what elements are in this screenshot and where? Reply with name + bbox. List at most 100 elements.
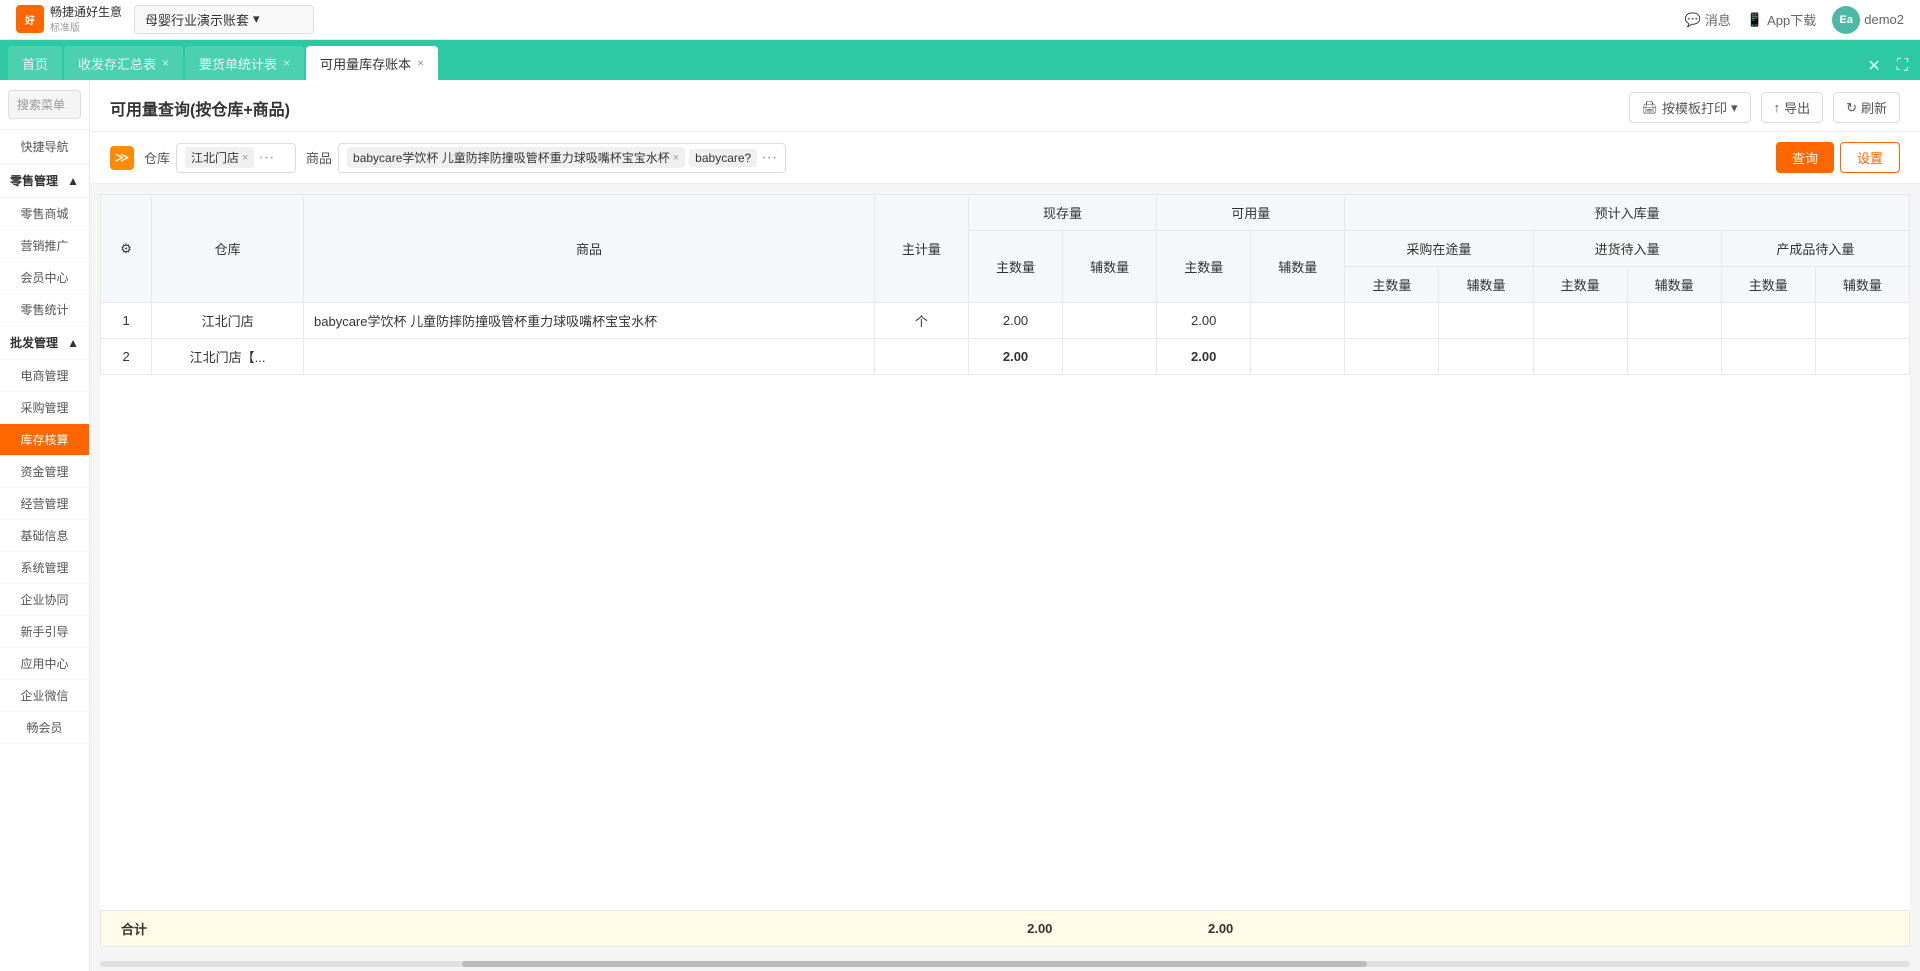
export-icon: ↑	[1774, 100, 1781, 115]
footer-current-main: 2.00	[995, 921, 1085, 936]
goods-tag-1-close[interactable]: ×	[673, 152, 679, 164]
top-bar: 好 畅捷通好生意 标准版 母婴行业演示账套 ▾ 💬 消息 📱 App下载 Ea …	[0, 0, 1920, 40]
th-goods: 商品	[304, 195, 875, 303]
goods-input[interactable]: babycare学饮杯 儿童防摔防撞吸管杯重力球吸嘴杯宝宝水杯 × babyca…	[338, 143, 786, 173]
cell-pur-main-1	[1345, 303, 1439, 339]
message-label: 消息	[1705, 10, 1731, 29]
sidebar-item-finance[interactable]: 资金管理	[0, 456, 89, 488]
tab-order-stats[interactable]: 要货单统计表 ×	[185, 46, 304, 80]
page-title: 可用量查询(按仓库+商品)	[110, 96, 290, 120]
logo-area: 好 畅捷通好生意 标准版	[16, 5, 122, 34]
sidebar-item-system[interactable]: 系统管理	[0, 552, 89, 584]
sidebar-section-retail[interactable]: 零售管理 ▲	[0, 164, 89, 198]
top-bar-right: 💬 消息 📱 App下载 Ea demo2	[1685, 6, 1904, 34]
tab-order-stats-close[interactable]: ×	[283, 56, 290, 70]
th-avail-aux: 辅数量	[1251, 231, 1345, 303]
sidebar-item-enterprise-wechat[interactable]: 企业微信	[0, 680, 89, 712]
warehouse-filter-group: 仓库 江北门店 × ···	[144, 143, 296, 173]
footer-pur-main	[1356, 921, 1446, 936]
sidebar-item-basic-info[interactable]: 基础信息	[0, 520, 89, 552]
print-dropdown-icon: ▾	[1731, 100, 1738, 116]
logo-icon: 好	[16, 5, 44, 33]
user-area[interactable]: Ea demo2	[1832, 6, 1904, 34]
refresh-button[interactable]: ↻ 刷新	[1833, 92, 1900, 123]
cell-prod-main-2	[1721, 339, 1815, 375]
th-gear[interactable]: ⚙	[101, 195, 152, 303]
goods-tag-2-value: babycare?	[695, 151, 751, 165]
footer-avail-aux	[1266, 921, 1356, 936]
app-download-action[interactable]: 📱 App下载	[1747, 10, 1816, 29]
refresh-label: 刷新	[1861, 98, 1887, 117]
cell-avail-aux-1	[1251, 303, 1345, 339]
tab-available-stock-close[interactable]: ×	[417, 56, 424, 70]
goods-more-dots[interactable]: ···	[761, 149, 777, 167]
cell-seq-2: 2	[101, 339, 152, 375]
warehouse-tag-value: 江北门店	[191, 149, 239, 166]
sidebar-item-operation[interactable]: 经营管理	[0, 488, 89, 520]
search-menu-button[interactable]: 搜索菜单	[8, 90, 81, 119]
industry-selector[interactable]: 母婴行业演示账套 ▾	[134, 5, 314, 34]
sidebar-item-member-center[interactable]: 会员中心	[0, 262, 89, 294]
tab-receive-summary[interactable]: 收发存汇总表 ×	[64, 46, 183, 80]
warehouse-input[interactable]: 江北门店 × ···	[176, 143, 296, 173]
top-bar-left: 好 畅捷通好生意 标准版 母婴行业演示账套 ▾	[16, 5, 314, 34]
goods-filter-group: 商品 babycare学饮杯 儿童防摔防撞吸管杯重力球吸嘴杯宝宝水杯 × bab…	[306, 143, 786, 173]
export-button[interactable]: ↑ 导出	[1761, 92, 1824, 123]
print-button[interactable]: 🖨 按模板打印 ▾	[1629, 92, 1751, 123]
sidebar-item-marketing[interactable]: 营销推广	[0, 230, 89, 262]
sidebar-item-new-guide[interactable]: 新手引导	[0, 616, 89, 648]
filter-expand-button[interactable]: ≫	[110, 146, 134, 170]
sidebar-item-stock-check[interactable]: 库存核算	[0, 424, 89, 456]
th-warehouse: 仓库	[152, 195, 304, 303]
footer-inb-main	[1537, 921, 1627, 936]
query-button[interactable]: 查询	[1776, 142, 1834, 173]
logo-text-block: 畅捷通好生意 标准版	[50, 5, 122, 34]
sidebar-item-ecom[interactable]: 电商管理	[0, 360, 89, 392]
scroll-track[interactable]	[100, 961, 1910, 967]
sidebar-item-retail-mall[interactable]: 零售商城	[0, 198, 89, 230]
footer-values: 2.00 2.00	[271, 921, 1899, 936]
tab-max-btn[interactable]: ⛶	[1893, 53, 1912, 79]
sidebar-item-pro-member[interactable]: 畅会员	[0, 712, 89, 744]
refresh-icon: ↻	[1846, 100, 1857, 116]
sidebar-item-enterprise-collab[interactable]: 企业协同	[0, 584, 89, 616]
tab-available-stock[interactable]: 可用量库存账本 ×	[306, 46, 438, 80]
settings-button[interactable]: 设置	[1840, 142, 1900, 173]
tab-home-label: 首页	[22, 54, 48, 73]
tab-close-btn[interactable]: ✕	[1863, 52, 1884, 80]
industry-label: 母婴行业演示账套	[145, 10, 249, 29]
tab-available-stock-label: 可用量库存账本	[320, 54, 411, 73]
sidebar-item-retail-stats[interactable]: 零售统计	[0, 294, 89, 326]
warehouse-more-dots[interactable]: ···	[258, 149, 274, 167]
sidebar-item-purchase[interactable]: 采购管理	[0, 392, 89, 424]
user-name: demo2	[1864, 12, 1904, 27]
data-table: ⚙ 仓库 商品 主计量 现存量 可用量 预计入库量 主数量 辅数量 主数量 辅数…	[100, 194, 1910, 375]
goods-tag-2: babycare?	[689, 149, 757, 167]
tab-receive-summary-close[interactable]: ×	[162, 56, 169, 70]
scroll-thumb[interactable]	[462, 961, 1367, 967]
th-current-main: 主数量	[968, 231, 1062, 303]
sidebar-section-retail-label: 零售管理	[10, 172, 58, 189]
sidebar-item-app-center[interactable]: 应用中心	[0, 648, 89, 680]
th-product-aux: 辅数量	[1815, 267, 1909, 303]
message-action[interactable]: 💬 消息	[1685, 10, 1731, 29]
warehouse-tag-close[interactable]: ×	[242, 152, 248, 164]
cell-goods-2	[304, 339, 875, 375]
cell-avail-aux-2	[1251, 339, 1345, 375]
footer-current-aux	[1085, 921, 1175, 936]
cell-unit-2	[874, 339, 968, 375]
main-layout: 搜索菜单 快捷导航 零售管理 ▲ 零售商城 营销推广 会员中心 零售统计 批发管…	[0, 80, 1920, 971]
table-row: 2 江北门店【... 2.00 2.00	[101, 339, 1910, 375]
sidebar-item-quick-nav[interactable]: 快捷导航	[0, 130, 89, 164]
cell-prod-aux-1	[1815, 303, 1909, 339]
th-main-unit: 主计量	[874, 195, 968, 303]
logo-line2: 标准版	[50, 19, 122, 34]
footer-pur-aux	[1447, 921, 1537, 936]
table-row: 1 江北门店 babycare学饮杯 儿童防摔防撞吸管杯重力球吸嘴杯宝宝水杯 个…	[101, 303, 1910, 339]
footer-prod-main	[1718, 921, 1808, 936]
tab-home[interactable]: 首页	[8, 46, 62, 80]
sidebar: 搜索菜单 快捷导航 零售管理 ▲ 零售商城 营销推广 会员中心 零售统计 批发管…	[0, 80, 90, 971]
footer-avail-main: 2.00	[1175, 921, 1265, 936]
sidebar-section-wholesale[interactable]: 批发管理 ▲	[0, 326, 89, 360]
footer-inb-aux	[1628, 921, 1718, 936]
